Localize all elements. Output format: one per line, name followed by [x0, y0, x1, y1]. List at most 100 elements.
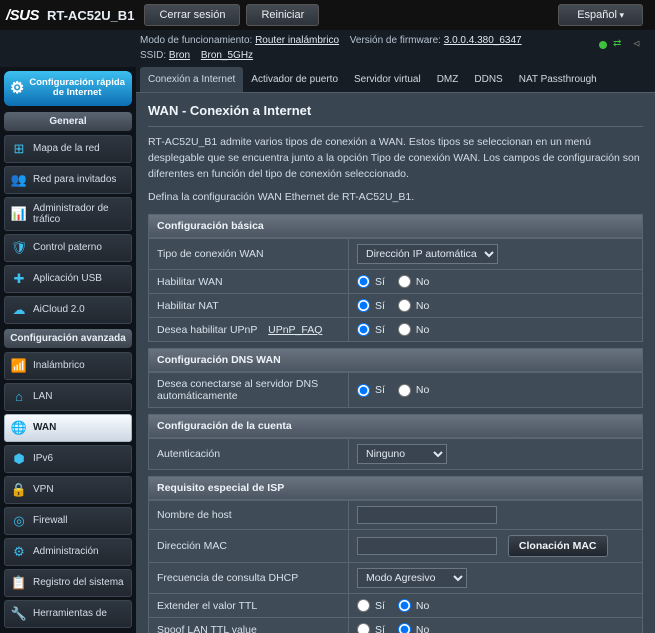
nav-icon: ◎: [11, 513, 27, 529]
link-icon: ⇄: [613, 36, 627, 50]
nav-icon: ✚: [11, 271, 27, 287]
sidebar-item-red-para-invitados[interactable]: 👥 Red para invitados: [4, 166, 132, 194]
no-label: No: [416, 276, 429, 288]
nav-label: Registro del sistema: [33, 577, 124, 588]
nav-label: Aplicación USB: [33, 273, 102, 284]
top-bar: /SUS RT-AC52U_B1 Cerrar sesión Reiniciar…: [0, 0, 655, 30]
sidebar: ⚙ Configuración rápida de Internet Gener…: [0, 67, 136, 633]
sidebar-item-aplicaci-n-usb[interactable]: ✚ Aplicación USB: [4, 265, 132, 293]
nav-label: AiCloud 2.0: [33, 304, 85, 315]
enable-nat-no[interactable]: [398, 299, 411, 312]
enable-nat-label: Habilitar NAT: [149, 294, 349, 318]
auto-dns-yes[interactable]: [357, 384, 370, 397]
spoof-ttl-no[interactable]: [398, 623, 411, 633]
mac-clone-button[interactable]: Clonación MAC: [508, 535, 608, 557]
reboot-button[interactable]: Reiniciar: [246, 4, 319, 26]
nav-label: Control paterno: [33, 242, 102, 253]
nav-icon: 🌐: [11, 420, 27, 436]
dhcp-freq-label: Frecuencia de consulta DHCP: [149, 563, 349, 594]
sidebar-item-herramientas-de[interactable]: 🔧 Herramientas de: [4, 600, 132, 628]
extend-ttl-no[interactable]: [398, 599, 411, 612]
sidebar-item-control-paterno[interactable]: 🛡Control paterno: [4, 234, 132, 262]
ssid-label: SSID:: [140, 50, 166, 61]
tab-nat-passthrough[interactable]: NAT Passthrough: [511, 67, 605, 92]
nav-label: Administrador de tráfico: [33, 203, 125, 225]
sidebar-item-lan[interactable]: ⌂ LAN: [4, 383, 132, 411]
tab-activador-de-puerto[interactable]: Activador de puerto: [243, 67, 346, 92]
enable-upnp-label: Desea habilitar UPnP UPnP_FAQ: [149, 318, 349, 342]
yes-label: Sí: [375, 624, 385, 633]
sidebar-item-mapa-de-la-red[interactable]: ⊞Mapa de la red: [4, 135, 132, 163]
section-isp-title: Requisito especial de ISP: [148, 476, 643, 500]
yes-label: Sí: [375, 600, 385, 612]
spoof-ttl-yes[interactable]: [357, 623, 370, 633]
sidebar-item-wan[interactable]: 🌐 WAN: [4, 414, 132, 442]
dhcp-freq-select[interactable]: Modo Agresivo: [357, 568, 467, 588]
hostname-input[interactable]: [357, 506, 497, 524]
sidebar-item-administraci-n[interactable]: ⚙ Administración: [4, 538, 132, 566]
content-area: Conexión a InternetActivador de puertoSe…: [136, 67, 655, 633]
mac-input[interactable]: [357, 537, 497, 555]
no-label: No: [416, 624, 429, 633]
yes-label: Sí: [375, 384, 385, 396]
sidebar-item-aicloud-2-0[interactable]: ☁ AiCloud 2.0: [4, 296, 132, 324]
sidebar-item-vpn[interactable]: 🔒VPN: [4, 476, 132, 504]
mode-value-link[interactable]: Router inalámbrico: [255, 35, 339, 46]
extend-ttl-yes[interactable]: [357, 599, 370, 612]
sidebar-item-ipv6[interactable]: ⬢IPv6: [4, 445, 132, 473]
enable-nat-yes[interactable]: [357, 299, 370, 312]
auto-dns-label: Desea conectarse al servidor DNS automát…: [149, 373, 349, 408]
tab-bar: Conexión a InternetActivador de puertoSe…: [136, 67, 655, 93]
language-dropdown[interactable]: Español: [558, 4, 643, 26]
section-account-title: Configuración de la cuenta: [148, 414, 643, 438]
nav-icon: ⚙: [11, 544, 27, 560]
nav-icon: 📊: [11, 206, 27, 222]
tab-conexi-n-a-internet[interactable]: Conexión a Internet: [140, 67, 243, 92]
sidebar-item-firewall[interactable]: ◎ Firewall: [4, 507, 132, 535]
qis-label: Configuración rápida de Internet: [28, 78, 126, 99]
sidebar-item-inal-mbrico[interactable]: 📶Inalámbrico: [4, 352, 132, 380]
conn-type-select[interactable]: Dirección IP automática: [357, 244, 498, 264]
auto-dns-no[interactable]: [398, 384, 411, 397]
status-bar: Modo de funcionamiento: Router inalámbri…: [0, 30, 655, 67]
intro2-text: Defina la configuración WAN Ethernet de …: [148, 190, 643, 206]
tab-dmz[interactable]: DMZ: [429, 67, 467, 92]
upnp-faq-link[interactable]: UPnP_FAQ: [268, 324, 322, 336]
sidebar-item-administrador-de-tr-fico[interactable]: 📊 Administrador de tráfico: [4, 197, 132, 231]
enable-upnp-no[interactable]: [398, 323, 411, 336]
mode-label: Modo de funcionamiento:: [140, 35, 252, 46]
nav-label: WAN: [33, 422, 56, 433]
enable-wan-no[interactable]: [398, 275, 411, 288]
qis-button[interactable]: ⚙ Configuración rápida de Internet: [4, 71, 132, 106]
panel: WAN - Conexión a Internet RT-AC52U_B1 ad…: [136, 93, 655, 633]
nav-label: LAN: [33, 391, 52, 402]
nav-label: Red para invitados: [33, 174, 116, 185]
nav-icon: 📋: [11, 575, 27, 591]
auth-select[interactable]: Ninguno: [357, 444, 447, 464]
nav-icon: 👥: [11, 172, 27, 188]
advanced-header: Configuración avanzada: [4, 329, 132, 348]
model-name: RT-AC52U_B1: [47, 8, 134, 23]
ssid2-link[interactable]: Bron_5GHz: [201, 50, 253, 61]
sidebar-item-registro-del-sistema[interactable]: 📋 Registro del sistema: [4, 569, 132, 597]
nav-label: VPN: [33, 484, 54, 495]
nav-icon: ⌂: [11, 389, 27, 405]
tab-ddns[interactable]: DDNS: [466, 67, 510, 92]
nav-label: Firewall: [33, 515, 67, 526]
enable-wan-yes[interactable]: [357, 275, 370, 288]
tab-servidor-virtual[interactable]: Servidor virtual: [346, 67, 429, 92]
section-basic-title: Configuración básica: [148, 214, 643, 238]
usb-icon: ⏿: [633, 36, 647, 50]
nav-label: Herramientas de: [33, 608, 107, 619]
nav-icon: 🔧: [11, 606, 27, 622]
nav-label: IPv6: [33, 453, 53, 464]
fw-value-link[interactable]: 3.0.0.4.380_6347: [444, 35, 522, 46]
ssid1-link[interactable]: Bron: [169, 50, 190, 61]
section-dns-title: Configuración DNS WAN: [148, 348, 643, 372]
logout-button[interactable]: Cerrar sesión: [144, 4, 240, 26]
enable-upnp-yes[interactable]: [357, 323, 370, 336]
nav-icon: ☁: [11, 302, 27, 318]
no-label: No: [416, 324, 429, 336]
gear-icon: ⚙: [10, 80, 24, 98]
nav-label: Administración: [33, 546, 99, 557]
